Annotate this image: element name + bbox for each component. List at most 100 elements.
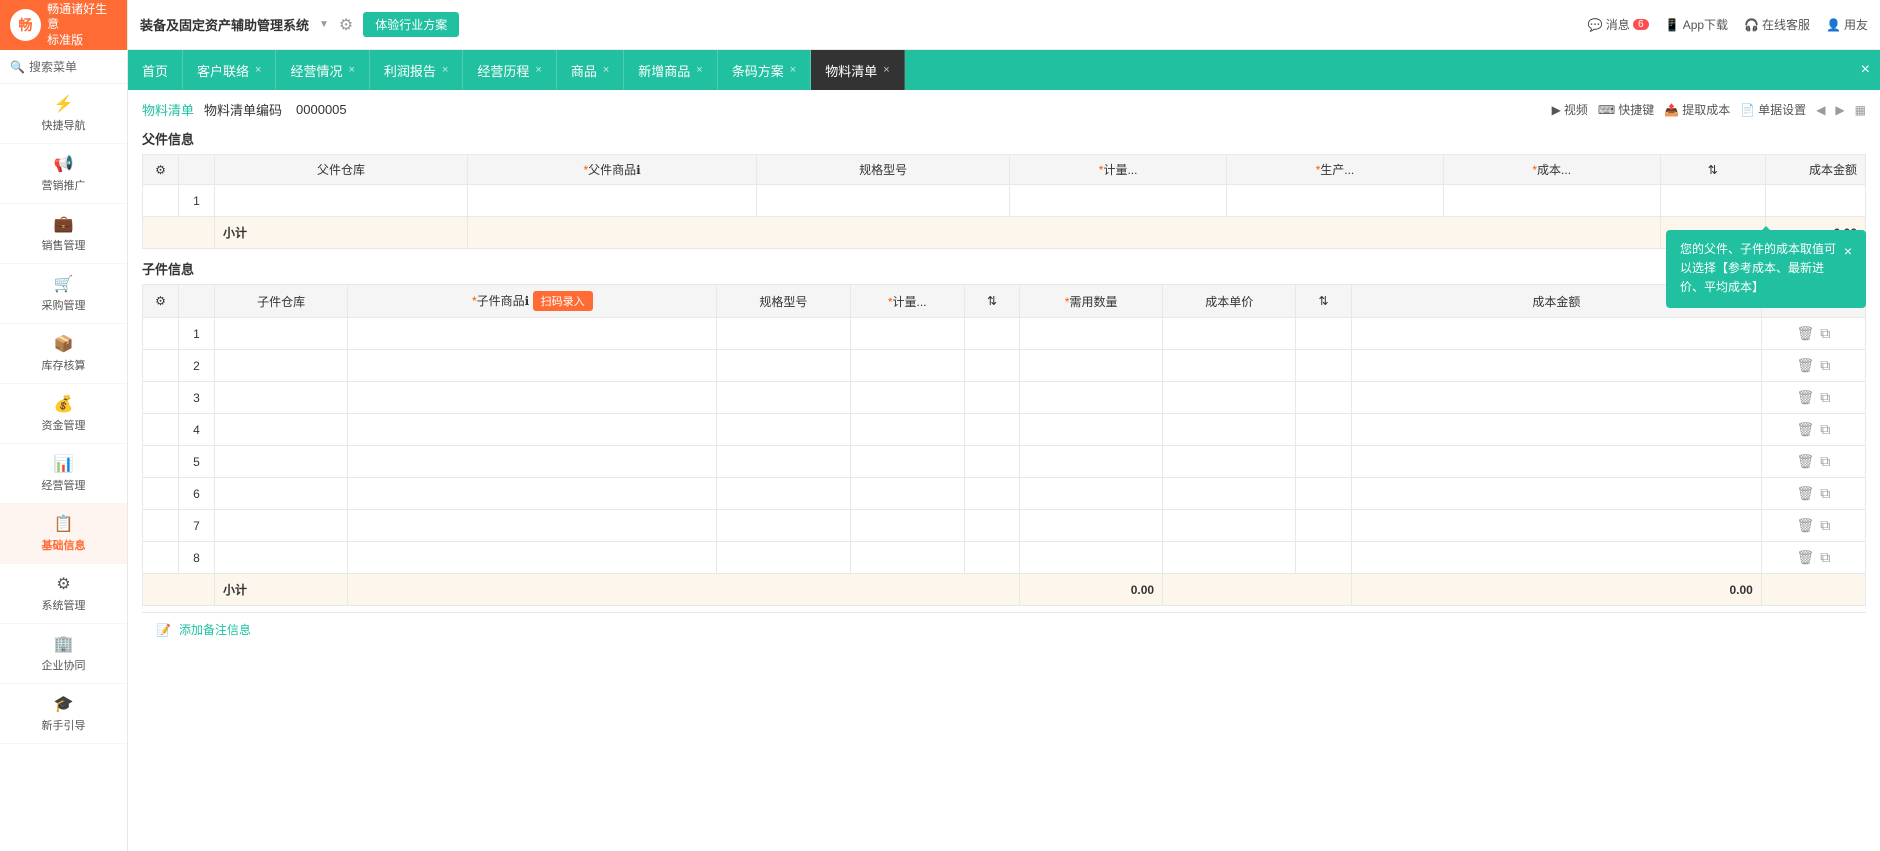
child-row-unit-price-4[interactable]	[1163, 414, 1296, 446]
delete-icon-6[interactable]: 🗑	[1797, 485, 1815, 502]
child-row-unit-price-1[interactable]	[1163, 318, 1296, 350]
child-row-unit-2[interactable]	[850, 350, 964, 382]
shortcut-btn[interactable]: ⌨ 快捷键	[1598, 101, 1654, 118]
sidebar-item-system[interactable]: ⚙ 系统管理	[0, 564, 127, 624]
tab-goods-close[interactable]: ×	[603, 64, 609, 76]
child-row-spec-6[interactable]	[717, 478, 850, 510]
copy-icon-7[interactable]: ⧉	[1820, 517, 1830, 534]
view-btn[interactable]: ▶ 视频	[1552, 101, 1588, 118]
copy-icon-6[interactable]: ⧉	[1820, 485, 1830, 502]
child-row-warehouse-5[interactable]	[215, 446, 348, 478]
copy-icon-3[interactable]: ⧉	[1820, 389, 1830, 406]
child-row-qty-6[interactable]	[1020, 478, 1163, 510]
delete-icon-2[interactable]: 🗑	[1797, 357, 1815, 374]
sidebar-item-enterprise[interactable]: 🏢 企业协同	[0, 624, 127, 684]
trial-button[interactable]: 体验行业方案	[363, 12, 459, 37]
child-row-goods-1[interactable]	[348, 318, 717, 350]
single-settings-btn[interactable]: 📄 单据设置	[1740, 101, 1806, 118]
tab-goods[interactable]: 商品 ×	[557, 50, 624, 90]
sidebar-item-quick-nav[interactable]: ⚡ 快捷导航	[0, 84, 127, 144]
child-row-unit-1[interactable]	[850, 318, 964, 350]
child-row-qty-5[interactable]	[1020, 446, 1163, 478]
delete-icon-1[interactable]: 🗑	[1797, 325, 1815, 342]
child-row-unit-price-5[interactable]	[1163, 446, 1296, 478]
tab-barcode-close[interactable]: ×	[790, 64, 796, 76]
child-row-warehouse-7[interactable]	[215, 510, 348, 542]
tab-new-goods-close[interactable]: ×	[696, 64, 702, 76]
tab-business[interactable]: 经营情况 ×	[276, 50, 369, 90]
tab-profit[interactable]: 利润报告 ×	[370, 50, 463, 90]
child-row-unit-4[interactable]	[850, 414, 964, 446]
child-row-goods-2[interactable]	[348, 350, 717, 382]
online-service-btn[interactable]: 🎧 在线客服	[1744, 16, 1810, 33]
child-row-qty-1[interactable]	[1020, 318, 1163, 350]
child-row-goods-4[interactable]	[348, 414, 717, 446]
tab-new-goods[interactable]: 新增商品 ×	[624, 50, 717, 90]
tab-barcode[interactable]: 条码方案 ×	[718, 50, 811, 90]
child-row-qty-4[interactable]	[1020, 414, 1163, 446]
sidebar-search[interactable]: 🔍 搜索菜单	[0, 50, 127, 84]
child-row-qty-8[interactable]	[1020, 542, 1163, 574]
tab-business-close[interactable]: ×	[348, 64, 354, 76]
tab-bom[interactable]: 物料清单 ×	[811, 50, 904, 90]
child-row-unit-price-2[interactable]	[1163, 350, 1296, 382]
tab-history-close[interactable]: ×	[535, 64, 541, 76]
grid-view-icon[interactable]: ▦	[1855, 103, 1866, 117]
child-row-unit-8[interactable]	[850, 542, 964, 574]
nav-next-icon[interactable]: ▶	[1835, 103, 1844, 117]
child-row-spec-2[interactable]	[717, 350, 850, 382]
child-row-qty-2[interactable]	[1020, 350, 1163, 382]
copy-icon-8[interactable]: ⧉	[1820, 549, 1830, 566]
copy-icon-4[interactable]: ⧉	[1820, 421, 1830, 438]
nav-prev-icon[interactable]: ◀	[1816, 103, 1825, 117]
parent-row-produce[interactable]	[1227, 185, 1444, 217]
child-row-qty-7[interactable]	[1020, 510, 1163, 542]
child-row-spec-4[interactable]	[717, 414, 850, 446]
tab-close-all[interactable]: ×	[1851, 61, 1880, 79]
sidebar-item-finance[interactable]: 💰 资金管理	[0, 384, 127, 444]
child-row-warehouse-8[interactable]	[215, 542, 348, 574]
child-row-spec-1[interactable]	[717, 318, 850, 350]
child-row-goods-7[interactable]	[348, 510, 717, 542]
child-row-unit-price-3[interactable]	[1163, 382, 1296, 414]
child-row-unit-7[interactable]	[850, 510, 964, 542]
parent-row-spec[interactable]	[757, 185, 1010, 217]
sidebar-item-purchase[interactable]: 🛒 采购管理	[0, 264, 127, 324]
child-row-warehouse-4[interactable]	[215, 414, 348, 446]
child-row-warehouse-2[interactable]	[215, 350, 348, 382]
tab-customer[interactable]: 客户联络 ×	[183, 50, 276, 90]
tab-bom-close[interactable]: ×	[883, 64, 889, 76]
child-row-goods-8[interactable]	[348, 542, 717, 574]
child-row-spec-7[interactable]	[717, 510, 850, 542]
delete-icon-5[interactable]: 🗑	[1797, 453, 1815, 470]
copy-icon-2[interactable]: ⧉	[1820, 357, 1830, 374]
parent-row-warehouse[interactable]	[215, 185, 468, 217]
sidebar-item-sales[interactable]: 💼 销售管理	[0, 204, 127, 264]
message-btn[interactable]: 💬 消息 6	[1588, 16, 1649, 33]
child-row-spec-3[interactable]	[717, 382, 850, 414]
extract-cost-btn[interactable]: 📤 提取成本	[1664, 101, 1730, 118]
sidebar-item-guide[interactable]: 🎓 新手引导	[0, 684, 127, 744]
child-row-warehouse-1[interactable]	[215, 318, 348, 350]
app-download-btn[interactable]: 📱 App下载	[1665, 16, 1728, 33]
child-row-warehouse-3[interactable]	[215, 382, 348, 414]
child-row-unit-3[interactable]	[850, 382, 964, 414]
child-row-spec-5[interactable]	[717, 446, 850, 478]
tab-profit-close[interactable]: ×	[442, 64, 448, 76]
delete-icon-3[interactable]: 🗑	[1797, 389, 1815, 406]
system-dropdown-icon[interactable]: ▼	[319, 19, 329, 30]
scan-input-btn[interactable]: 扫码录入	[533, 291, 593, 311]
copy-icon-5[interactable]: ⧉	[1820, 453, 1830, 470]
child-row-unit-price-6[interactable]	[1163, 478, 1296, 510]
child-row-goods-6[interactable]	[348, 478, 717, 510]
child-row-goods-5[interactable]	[348, 446, 717, 478]
delete-icon-7[interactable]: 🗑	[1797, 517, 1815, 534]
child-row-unit-6[interactable]	[850, 478, 964, 510]
user-menu[interactable]: 👤 用友	[1826, 16, 1868, 33]
sidebar-item-marketing[interactable]: 📢 营销推广	[0, 144, 127, 204]
sidebar-item-basic-info[interactable]: 📋 基础信息	[0, 504, 127, 564]
settings-icon[interactable]: ⚙	[339, 15, 353, 35]
delete-icon-4[interactable]: 🗑	[1797, 421, 1815, 438]
child-row-spec-8[interactable]	[717, 542, 850, 574]
sidebar-item-inventory[interactable]: 📦 库存核算	[0, 324, 127, 384]
